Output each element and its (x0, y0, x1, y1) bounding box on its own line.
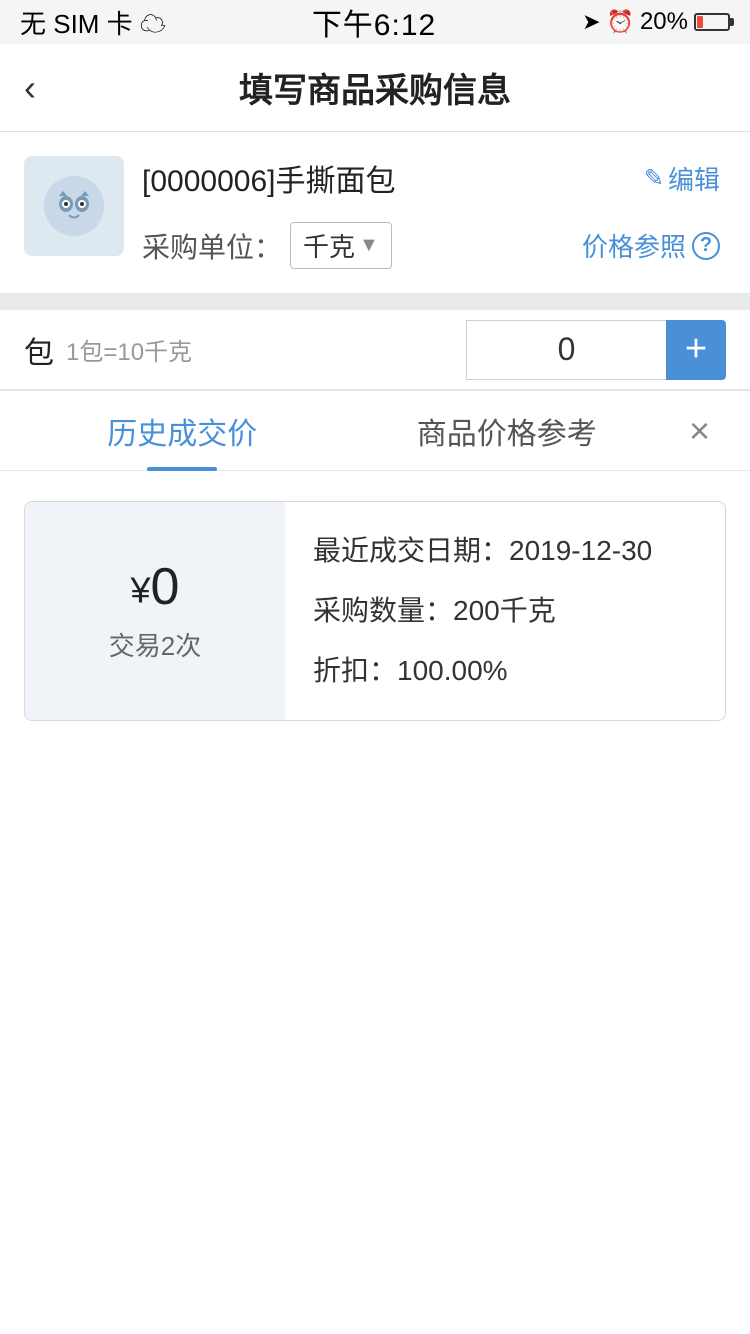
quantity-input-area: + (466, 320, 726, 380)
battery-percent: 20% (640, 8, 688, 36)
page-content: [0000006]手撕面包 ✎ 编辑 采购单位： 千克 ▼ 价格参照 ? (0, 132, 750, 1334)
product-image (39, 171, 109, 241)
product-card: [0000006]手撕面包 ✎ 编辑 采购单位： 千克 ▼ 价格参照 ? (0, 132, 750, 294)
quantity-row: 包 1包=10千克 + (0, 310, 750, 390)
price-trades: 交易2次 (109, 626, 201, 663)
quantity-hint: 1包=10千克 (66, 332, 466, 367)
close-button[interactable]: × (669, 403, 730, 459)
tab-product-price-reference[interactable]: 商品价格参考 (344, 391, 668, 471)
edit-button[interactable]: ✎ 编辑 (644, 160, 720, 197)
price-card: ¥0 交易2次 最近成交日期：2019-12-30 采购数量：200千克 折扣：… (24, 501, 726, 721)
product-title-row: [0000006]手撕面包 ✎ 编辑 (142, 156, 720, 200)
price-value: ¥0 (131, 559, 180, 616)
status-bar: 无 SIM 卡 ☁ 下午6:12 ➤ ⏰ 20% (0, 0, 750, 44)
edit-icon: ✎ (644, 164, 664, 193)
product-thumbnail (24, 156, 124, 256)
tabs-header: 历史成交价 商品价格参考 × (0, 391, 750, 471)
discount-row: 折扣：100.00% (313, 650, 697, 692)
nav-bar: ‹ 填写商品采购信息 (0, 44, 750, 132)
tab-historical-price[interactable]: 历史成交价 (20, 391, 344, 471)
quantity-increment-button[interactable]: + (666, 320, 726, 380)
back-button[interactable]: ‹ (24, 67, 36, 109)
page-title: 填写商品采购信息 (239, 63, 511, 112)
product-unit-row: 采购单位： 千克 ▼ 价格参照 ? (142, 222, 720, 269)
battery-icon (694, 13, 730, 31)
price-card-right: 最近成交日期：2019-12-30 采购数量：200千克 折扣：100.00% (285, 502, 725, 720)
network-label: 无 SIM 卡 ☁ (20, 4, 166, 41)
status-left: 无 SIM 卡 ☁ (20, 4, 166, 41)
status-time: 下午6:12 (312, 0, 436, 44)
alarm-icon: ⏰ (607, 9, 634, 35)
dropdown-arrow-icon: ▼ (359, 234, 379, 257)
price-cards-container: ¥0 交易2次 最近成交日期：2019-12-30 采购数量：200千克 折扣：… (0, 471, 750, 751)
tab-active-indicator (147, 467, 217, 471)
tabs-panel: 历史成交价 商品价格参考 × ¥0 交易2次 最近成交日期：2019-12-3 (0, 390, 750, 751)
quantity-input[interactable] (466, 320, 666, 380)
unit-dropdown[interactable]: 千克 ▼ (290, 222, 392, 269)
unit-label: 采购单位： (142, 226, 282, 266)
location-icon: ➤ (582, 9, 600, 35)
price-card-left: ¥0 交易2次 (25, 502, 285, 720)
product-info: [0000006]手撕面包 ✎ 编辑 采购单位： 千克 ▼ 价格参照 ? (142, 156, 720, 269)
section-divider (0, 294, 750, 310)
purchase-quantity-row: 采购数量：200千克 (313, 590, 697, 632)
price-reference-button[interactable]: 价格参照 ? (582, 227, 720, 264)
help-icon: ? (692, 232, 720, 260)
recent-date-row: 最近成交日期：2019-12-30 (313, 530, 697, 572)
quantity-unit-label: 包 (24, 328, 54, 372)
product-name: [0000006]手撕面包 (142, 156, 395, 200)
status-right: ➤ ⏰ 20% (582, 8, 730, 36)
